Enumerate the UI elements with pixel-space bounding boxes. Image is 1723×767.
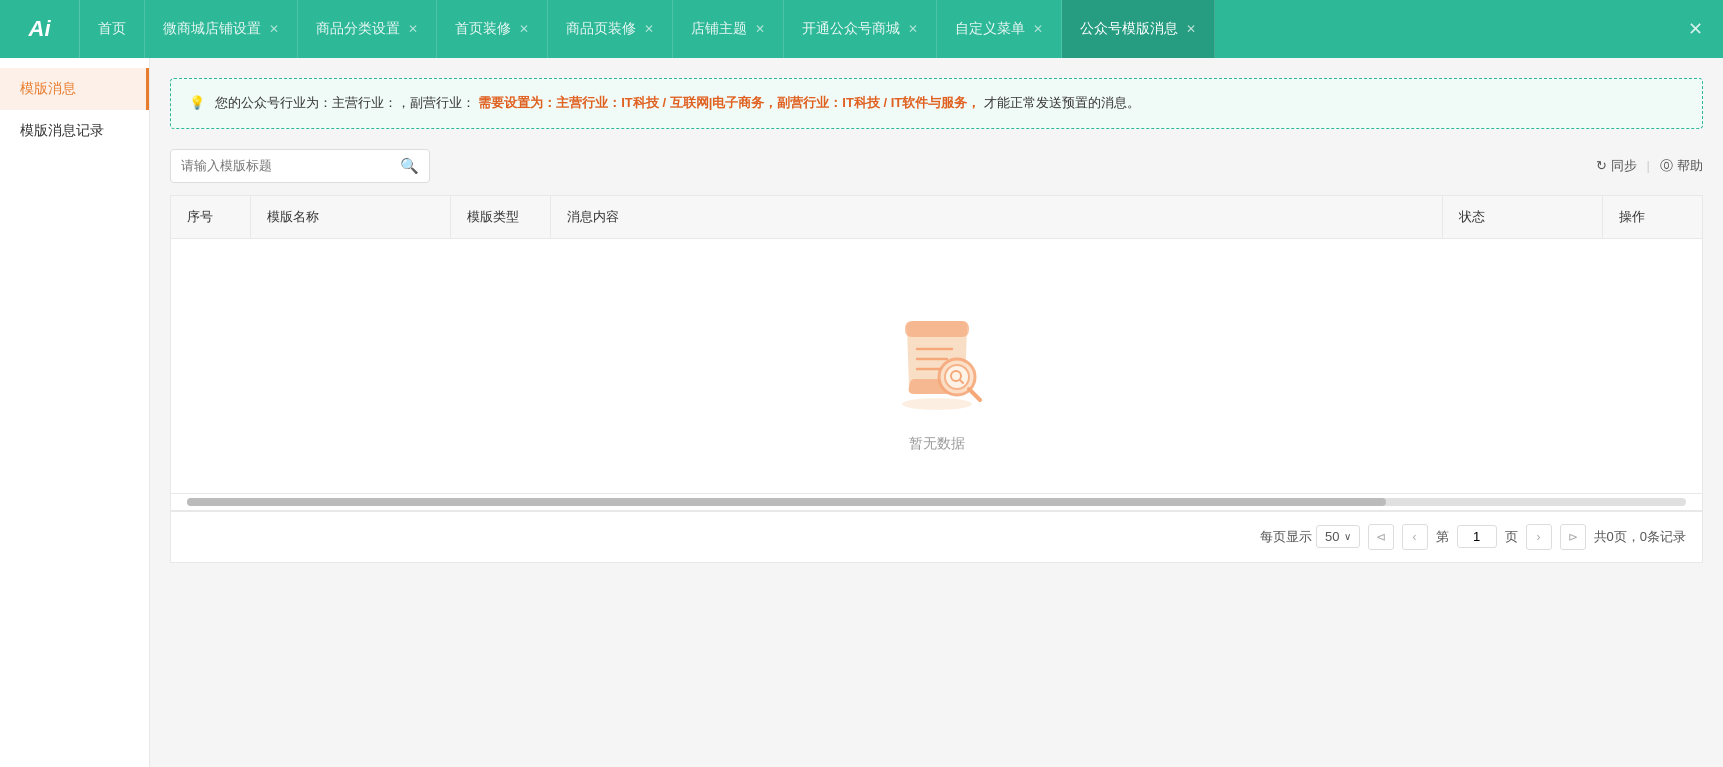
col-index: 序号 [171,195,251,238]
sync-button[interactable]: ↻ 同步 [1596,157,1637,175]
scroll-thumb[interactable] [187,498,1386,506]
pagination-bar: 每页显示 50 ∨ ⊲ ‹ 第 页 › ⊳ 共0页，0条记录 [170,511,1703,563]
tab-product-page[interactable]: 商品页装修 ✕ [548,0,673,58]
help-icon: ⓪ [1660,157,1673,175]
tab-template-msg[interactable]: 公众号模版消息 ✕ [1062,0,1215,58]
prev-page-button[interactable]: ‹ [1402,524,1428,550]
scroll-track[interactable] [187,498,1686,506]
page-size-label: 每页显示 [1260,528,1312,546]
close-tab-product-page[interactable]: ✕ [644,22,654,36]
divider: | [1647,158,1650,173]
next-page-button[interactable]: › [1526,524,1552,550]
search-input-wrap: 🔍 [170,149,430,183]
page-size-select: 每页显示 50 ∨ [1260,525,1359,548]
close-tab-open-mall[interactable]: ✕ [908,22,918,36]
last-page-button[interactable]: ⊳ [1560,524,1586,550]
tab-home[interactable]: 首页 [80,0,145,58]
first-page-button[interactable]: ⊲ [1368,524,1394,550]
svg-point-5 [945,365,969,389]
tab-store-theme[interactable]: 店铺主题 ✕ [673,0,784,58]
close-tab-category[interactable]: ✕ [408,22,418,36]
col-status: 状态 [1443,195,1603,238]
close-tab-home-decor[interactable]: ✕ [519,22,529,36]
page-size-value: 50 [1325,529,1339,544]
sidebar: 模版消息 模版消息记录 [0,58,150,767]
notice-box: 💡 您的公众号行业为：主营行业：，副营行业： 需要设置为：主营行业：IT科技 /… [170,78,1703,129]
svg-point-0 [902,398,972,410]
logo: Ai [0,0,80,58]
tab-custom-menu[interactable]: 自定义菜单 ✕ [937,0,1062,58]
main-layout: 模版消息 模版消息记录 💡 您的公众号行业为：主营行业：，副营行业： 需要设置为… [0,58,1723,767]
close-tab-custom-menu[interactable]: ✕ [1033,22,1043,36]
sidebar-item-template-msg-record[interactable]: 模版消息记录 [0,110,149,152]
close-tab-template-msg[interactable]: ✕ [1186,22,1196,36]
page-number-input[interactable] [1457,525,1497,548]
close-all-tabs[interactable]: ✕ [1668,18,1723,40]
close-tab-store-theme[interactable]: ✕ [755,22,765,36]
tab-open-mall[interactable]: 开通公众号商城 ✕ [784,0,937,58]
tab-store-settings[interactable]: 微商城店铺设置 ✕ [145,0,298,58]
data-table: 序号 模版名称 模版类型 消息内容 状态 操作 [170,195,1703,239]
col-name: 模版名称 [251,195,451,238]
page-unit-label: 页 [1505,528,1518,546]
search-input[interactable] [181,158,400,173]
scroll-bar-row [170,494,1703,511]
help-button[interactable]: ⓪ 帮助 [1660,157,1703,175]
content-area: 💡 您的公众号行业为：主营行业：，副营行业： 需要设置为：主营行业：IT科技 /… [150,58,1723,767]
col-type: 模版类型 [451,195,551,238]
search-actions: ↻ 同步 | ⓪ 帮助 [1596,157,1703,175]
col-action: 操作 [1603,195,1703,238]
tab-category-settings[interactable]: 商品分类设置 ✕ [298,0,437,58]
total-records-label: 共0页，0条记录 [1594,528,1686,546]
empty-icon [877,299,997,419]
chevron-down-icon: ∨ [1344,531,1351,542]
current-page-label: 第 [1436,528,1449,546]
sidebar-item-template-msg[interactable]: 模版消息 [0,68,149,110]
close-tab-store-settings[interactable]: ✕ [269,22,279,36]
empty-state: 暂无数据 [170,239,1703,494]
tab-bar: Ai 首页 微商城店铺设置 ✕ 商品分类设置 ✕ 首页装修 ✕ 商品页装修 ✕ … [0,0,1723,58]
col-content: 消息内容 [551,195,1443,238]
notice-highlight: 需要设置为：主营行业：IT科技 / 互联网|电子商务，副营行业：IT科技 / I… [478,95,980,110]
search-bar: 🔍 ↻ 同步 | ⓪ 帮助 [170,149,1703,183]
bulb-icon: 💡 [189,95,205,110]
search-icon[interactable]: 🔍 [400,157,419,175]
empty-text: 暂无数据 [909,435,965,453]
tab-home-decor[interactable]: 首页装修 ✕ [437,0,548,58]
page-size-dropdown[interactable]: 50 ∨ [1316,525,1359,548]
svg-line-6 [969,389,980,400]
sync-icon: ↻ [1596,158,1607,173]
table-header-row: 序号 模版名称 模版类型 消息内容 状态 操作 [171,195,1703,238]
